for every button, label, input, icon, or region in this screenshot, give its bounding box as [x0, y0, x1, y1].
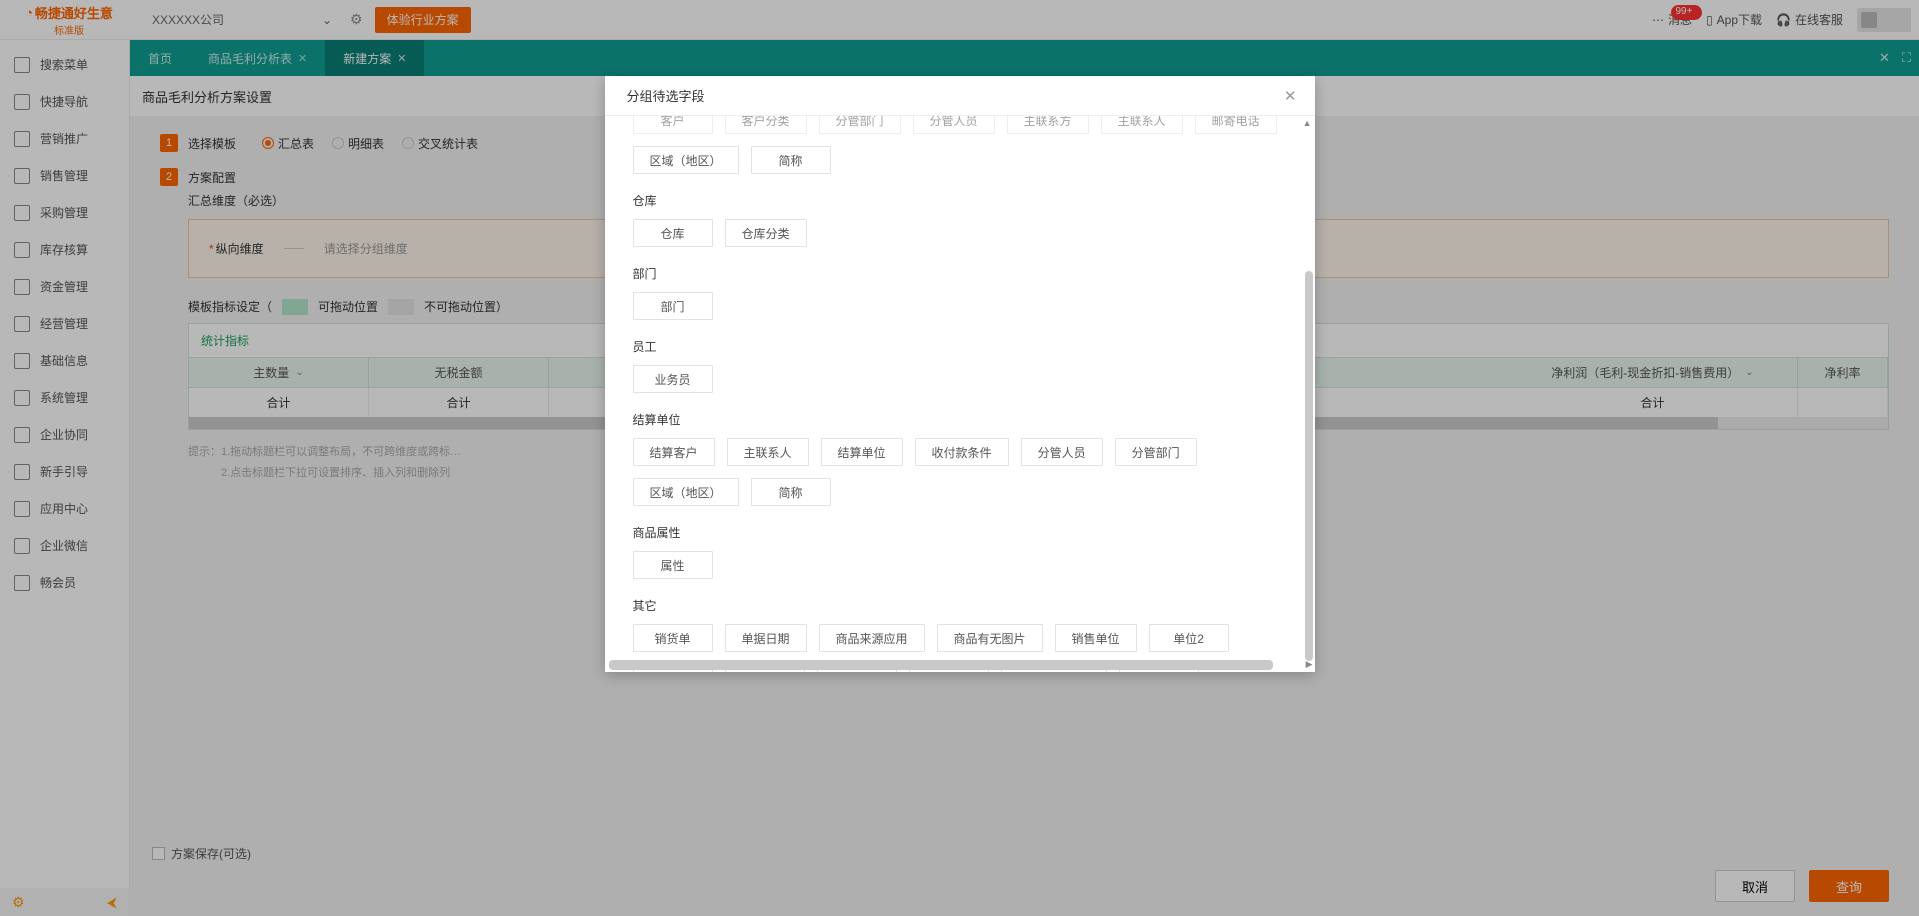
pill-row: 仓库仓库分类 [633, 219, 1287, 247]
field-pill[interactable]: 商品有无图片 [937, 624, 1043, 652]
field-pill[interactable]: 主联系人 [727, 438, 809, 466]
group-label: 仓库 [633, 192, 1287, 209]
field-pill[interactable]: 主联系方 [1007, 116, 1089, 134]
field-pill[interactable]: 区域（地区） [633, 478, 739, 506]
pill-row: 部门 [633, 292, 1287, 320]
field-pill[interactable]: 仓库 [633, 219, 713, 247]
field-pill[interactable]: 单位2 [1149, 624, 1229, 652]
pill-row: 结算客户主联系人结算单位收付款条件分管人员分管部门区域（地区） 简称 [633, 438, 1287, 506]
field-pill[interactable]: 分管部门 [1115, 438, 1197, 466]
field-pill[interactable]: 仓库分类 [725, 219, 807, 247]
field-pill[interactable]: 分管部门 [819, 116, 901, 134]
modal-close-icon[interactable]: ✕ [1284, 87, 1297, 105]
group-label: 员工 [633, 338, 1287, 355]
field-pill[interactable]: 客户 [633, 116, 713, 134]
field-pill[interactable]: 简称 [751, 146, 831, 174]
field-pill[interactable]: 客户分类 [725, 116, 807, 134]
field-pill[interactable]: 区域（地区） [633, 146, 739, 174]
group-label: 商品属性 [633, 524, 1287, 541]
modal-title: 分组待选字段 [627, 86, 705, 105]
group-label: 部门 [633, 265, 1287, 282]
group-label: 其它 [633, 597, 1287, 614]
field-pill[interactable]: 销货单 [633, 624, 713, 652]
field-pill[interactable]: 业务员 [633, 365, 713, 393]
scroll-right-arrow[interactable]: ▶ [1306, 659, 1313, 670]
group-field-modal: 分组待选字段 ✕ ▲ 客户 客户分类 分管部门 分管人员 主联系方 主联系人 邮… [605, 76, 1315, 672]
modal-vscrollbar[interactable] [1303, 116, 1313, 660]
field-pill[interactable]: 主联系人 [1101, 116, 1183, 134]
field-pill[interactable]: 属性 [633, 551, 713, 579]
field-pill[interactable]: 简称 [751, 478, 831, 506]
pill-row: 业务员 [633, 365, 1287, 393]
modal-header: 分组待选字段 ✕ [605, 76, 1315, 116]
field-pill[interactable]: 单据日期 [725, 624, 807, 652]
field-pill[interactable]: 结算单位 [821, 438, 903, 466]
field-pill[interactable]: 商品来源应用 [819, 624, 925, 652]
modal-body: ▲ 客户 客户分类 分管部门 分管人员 主联系方 主联系人 邮寄电话 区域（地区… [605, 116, 1315, 672]
field-pill[interactable]: 分管人员 [1021, 438, 1103, 466]
pill-row: 属性 [633, 551, 1287, 579]
scrollbar-thumb[interactable] [609, 660, 1273, 670]
pill-row: 区域（地区） 简称 [633, 146, 1287, 174]
partial-row-top: 客户 客户分类 分管部门 分管人员 主联系方 主联系人 邮寄电话 [633, 116, 1287, 134]
field-pill[interactable]: 结算客户 [633, 438, 715, 466]
scrollbar-thumb[interactable] [1305, 271, 1313, 661]
modal-hscrollbar[interactable] [609, 660, 1303, 670]
field-pill[interactable]: 收付款条件 [915, 438, 1009, 466]
field-pill[interactable]: 邮寄电话 [1195, 116, 1277, 134]
field-pill[interactable]: 销售单位 [1055, 624, 1137, 652]
field-pill[interactable]: 分管人员 [913, 116, 995, 134]
group-label: 结算单位 [633, 411, 1287, 428]
field-pill[interactable]: 部门 [633, 292, 713, 320]
